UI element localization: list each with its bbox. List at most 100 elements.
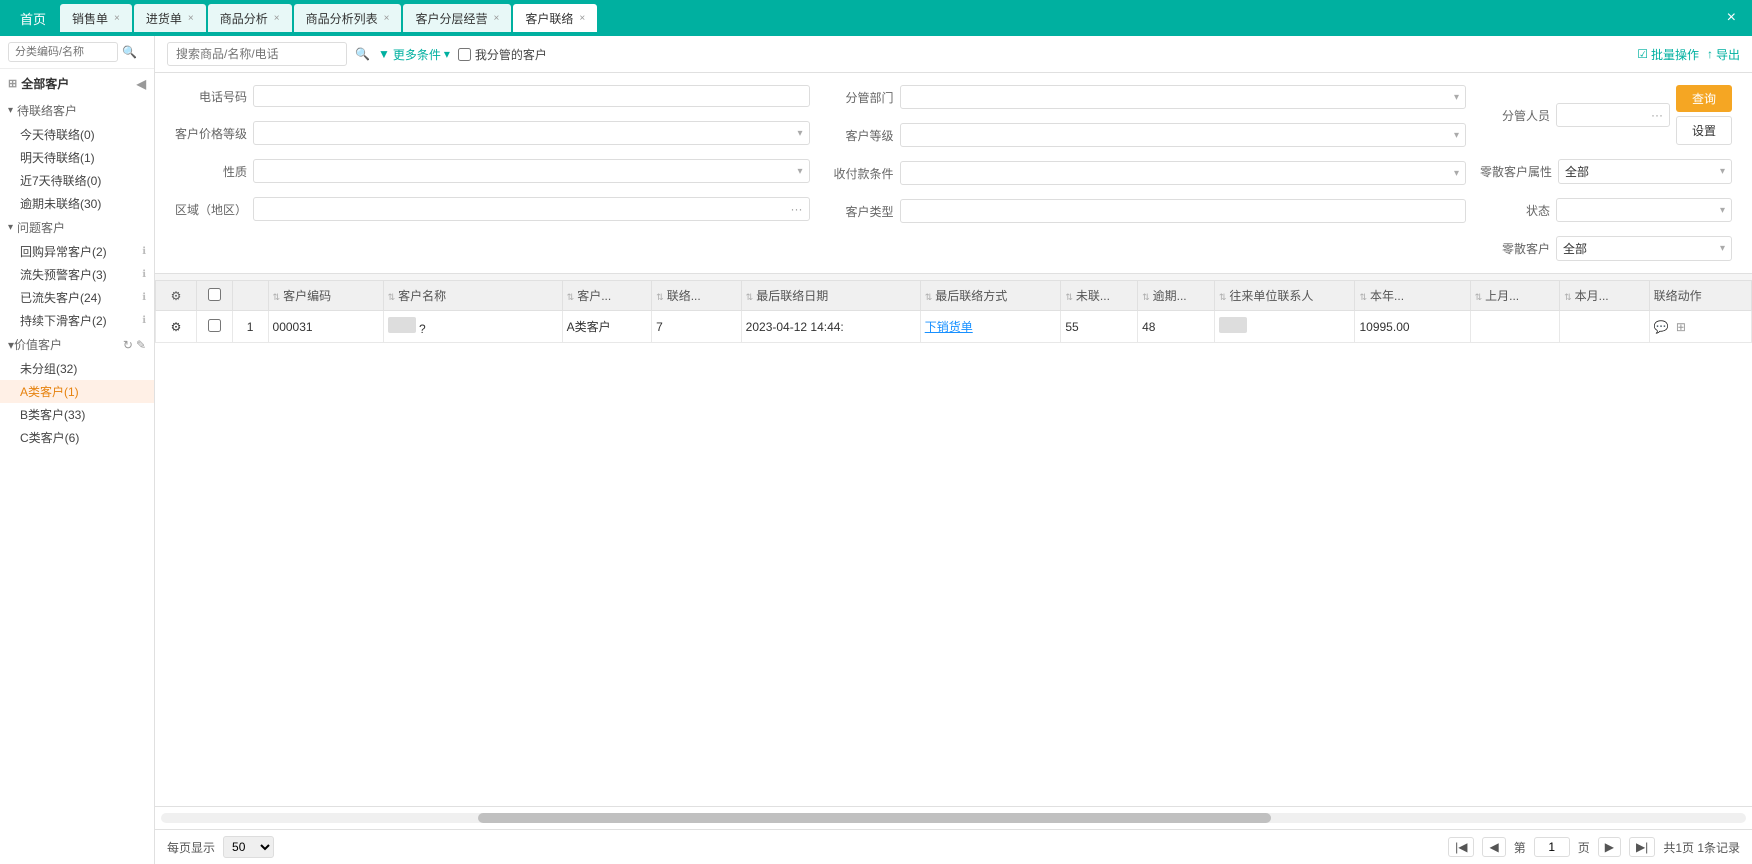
- filter-icon: ▼: [378, 47, 390, 61]
- person-dots[interactable]: ···: [1651, 108, 1663, 122]
- filter-status: 状态 ▾: [1480, 194, 1740, 226]
- tab-customer-mgmt-close[interactable]: ×: [493, 13, 499, 24]
- window-close-btn[interactable]: ×: [1719, 9, 1744, 27]
- export-link[interactable]: ↑ 导出: [1707, 46, 1740, 63]
- row-gear[interactable]: ⚙: [156, 311, 197, 343]
- tab-customer-mgmt[interactable]: 客户分层经营 ×: [403, 4, 511, 32]
- sidebar-search-icon[interactable]: 🔍: [122, 45, 137, 59]
- col-overdue[interactable]: ⇅逾期...: [1138, 281, 1215, 311]
- col-related-person[interactable]: ⇅往来单位联系人: [1214, 281, 1355, 311]
- toolbar-filter-btn[interactable]: ▼ 更多条件 ▾: [378, 46, 450, 63]
- sidebar-collapse-btn[interactable]: ◀: [137, 77, 146, 91]
- row-last-contact-method[interactable]: 下销货单: [920, 311, 1061, 343]
- select-all-checkbox[interactable]: [208, 288, 221, 301]
- tab-purchase-close[interactable]: ×: [188, 13, 194, 24]
- col-gear[interactable]: ⚙: [156, 281, 197, 311]
- row-checkbox[interactable]: [208, 319, 221, 332]
- nature-select[interactable]: ▾: [253, 159, 810, 183]
- sidebar-item-overdue[interactable]: 逾期未联络(30): [0, 192, 154, 215]
- query-button[interactable]: 查询: [1676, 85, 1732, 112]
- comment-icon[interactable]: 💬: [1654, 320, 1669, 334]
- row-check[interactable]: [196, 311, 232, 343]
- nav-home[interactable]: 首页: [8, 9, 58, 28]
- col-last-month[interactable]: ⇅上月...: [1470, 281, 1560, 311]
- col-no-contact[interactable]: ⇅未联...: [1061, 281, 1138, 311]
- status-select[interactable]: ▾: [1556, 198, 1732, 222]
- page-input[interactable]: [1534, 837, 1570, 857]
- col-last-contact-method[interactable]: ⇅最后联络方式: [920, 281, 1061, 311]
- region-dots[interactable]: ···: [791, 202, 803, 216]
- sidebar-item-unclassified-label: 未分组(32): [20, 360, 77, 377]
- prev-page-btn[interactable]: ◀: [1482, 837, 1505, 857]
- total-pages-label: 页: [1578, 839, 1590, 856]
- customer-level-select[interactable]: ▾: [900, 123, 1467, 147]
- sidebar-all-customers-label[interactable]: 全部客户: [21, 75, 69, 92]
- price-level-select[interactable]: ▾: [253, 121, 810, 145]
- customer-type-select[interactable]: [900, 199, 1467, 223]
- region-select[interactable]: ···: [253, 197, 810, 221]
- tab-analysis-close[interactable]: ×: [274, 13, 280, 24]
- person-select[interactable]: ···: [1556, 103, 1670, 127]
- phone-input[interactable]: [253, 85, 810, 107]
- person-label: 分管人员: [1480, 107, 1550, 124]
- h-scrollbar-thumb[interactable]: [478, 813, 1271, 823]
- col-customer-type[interactable]: ⇅客户...: [562, 281, 652, 311]
- toolbar-search-icon[interactable]: 🔍: [355, 47, 370, 61]
- sidebar-item-7days-pending[interactable]: 近7天待联络(0): [0, 169, 154, 192]
- sidebar-item-churn-warning[interactable]: 流失预警客户(3) ℹ: [0, 263, 154, 286]
- sidebar-item-tomorrow-pending[interactable]: 明天待联络(1): [0, 146, 154, 169]
- sidebar-item-today-pending[interactable]: 今天待联络(0): [0, 123, 154, 146]
- my-customers-checkbox[interactable]: [458, 48, 471, 61]
- tab-customer-contact[interactable]: 客户联络 ×: [513, 4, 597, 32]
- sidebar-item-class-c[interactable]: C类客户(6): [0, 426, 154, 449]
- sidebar-item-overdue-label: 逾期未联络(30): [20, 195, 101, 212]
- contact-method-link[interactable]: 下销货单: [925, 320, 973, 334]
- total-records-label: 共1页 1条记录: [1663, 839, 1740, 856]
- sidebar-item-unclassified[interactable]: 未分组(32): [0, 357, 154, 380]
- sidebar-item-repurchase-abnormal[interactable]: 回购异常客户(2) ℹ: [0, 240, 154, 263]
- col-customer-code[interactable]: ⇅客户编码: [268, 281, 383, 311]
- tab-purchase[interactable]: 进货单 ×: [134, 4, 206, 32]
- price-level-chevron: ▾: [797, 128, 802, 139]
- retail-customer-select[interactable]: 全部 ▾: [1556, 236, 1732, 261]
- col-this-month[interactable]: ⇅本月...: [1560, 281, 1650, 311]
- sidebar-item-class-b[interactable]: B类客户(33): [0, 403, 154, 426]
- pending-group-arrow: ▾: [8, 105, 13, 116]
- col-customer-name[interactable]: ⇅客户名称: [383, 281, 562, 311]
- tab-customer-contact-close[interactable]: ×: [579, 13, 585, 24]
- h-scrollbar[interactable]: [161, 813, 1746, 823]
- col-last-contact-date[interactable]: ⇅最后联络日期: [741, 281, 920, 311]
- toolbar-search-input[interactable]: [167, 42, 347, 66]
- export-icon: ↑: [1707, 47, 1713, 61]
- retail-attr-select[interactable]: 全部 ▾: [1558, 159, 1732, 184]
- batch-op-link[interactable]: ☑ 批量操作: [1637, 46, 1699, 63]
- edit-icon[interactable]: ✎: [136, 338, 146, 352]
- sidebar-item-churned[interactable]: 已流失客户(24) ℹ: [0, 286, 154, 309]
- sidebar-item-class-a[interactable]: A类客户(1): [0, 380, 154, 403]
- next-page-btn[interactable]: ▶: [1598, 837, 1621, 857]
- tab-analysis[interactable]: 商品分析 ×: [208, 4, 292, 32]
- qr-icon[interactable]: ⊞: [1676, 320, 1686, 334]
- dept-select[interactable]: ▾: [900, 85, 1467, 109]
- col-check[interactable]: [196, 281, 232, 311]
- last-page-btn[interactable]: ▶|: [1629, 837, 1655, 857]
- region-label: 区域（地区）: [167, 201, 247, 218]
- tab-analysis-list[interactable]: 商品分析列表 ×: [294, 4, 402, 32]
- settings-button[interactable]: 设置: [1676, 116, 1732, 145]
- refresh-icon[interactable]: ↻: [123, 338, 133, 352]
- sidebar-item-declining[interactable]: 持续下滑客户(2) ℹ: [0, 309, 154, 332]
- tab-sales-close[interactable]: ×: [114, 13, 120, 24]
- tab-sales[interactable]: 销售单 ×: [60, 4, 132, 32]
- col-this-year[interactable]: ⇅本年...: [1355, 281, 1470, 311]
- tab-analysis-list-close[interactable]: ×: [384, 13, 390, 24]
- retail-customer-chevron: ▾: [1720, 243, 1725, 254]
- first-page-btn[interactable]: |◀: [1448, 837, 1474, 857]
- table-wrapper[interactable]: ⚙ ⇅客户编码 ⇅客户名称 ⇅客户... ⇅联络... ⇅最后联络日期 ⇅最后联…: [155, 280, 1752, 806]
- filter-retail-customer: 零散客户 全部 ▾: [1480, 232, 1740, 265]
- per-page-select[interactable]: 50 100 200: [223, 836, 274, 858]
- col-contact-count[interactable]: ⇅联络...: [652, 281, 742, 311]
- payment-select[interactable]: ▾: [900, 161, 1467, 185]
- sidebar-search-input[interactable]: [8, 42, 118, 62]
- col-action[interactable]: 联络动作: [1649, 281, 1751, 311]
- page-label: 第: [1514, 839, 1526, 856]
